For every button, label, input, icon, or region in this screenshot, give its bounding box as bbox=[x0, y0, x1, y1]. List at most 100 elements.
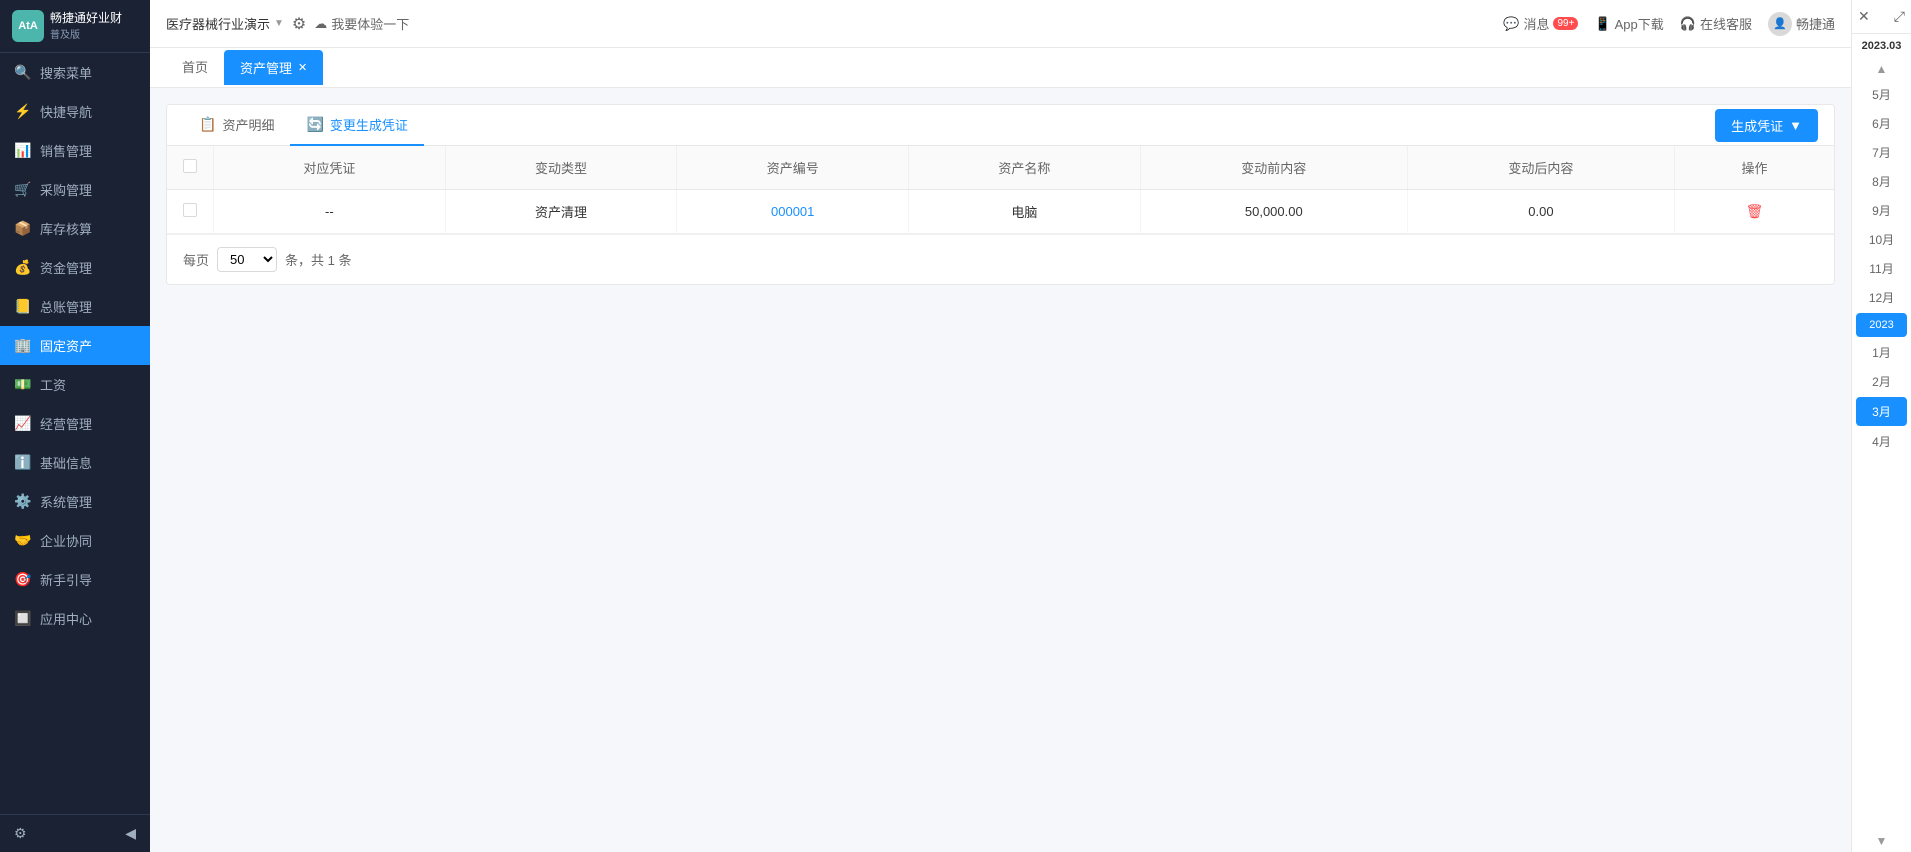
month-item[interactable]: 3月 bbox=[1856, 397, 1907, 426]
col-before-change: 变动前内容 bbox=[1140, 146, 1407, 190]
table-footer: 每页 102050100 条，共 1 条 bbox=[167, 234, 1834, 284]
enterprise-icon: 🤝 bbox=[14, 532, 32, 549]
month-item[interactable]: 12月 bbox=[1852, 283, 1911, 312]
sidebar-item-ledger[interactable]: 📒 总账管理 bbox=[0, 287, 150, 326]
sidebar-item-enterprise[interactable]: 🤝企业协同 bbox=[0, 521, 150, 560]
settings-icon[interactable]: ⚙ bbox=[14, 825, 27, 842]
main-area: 医疗器械行业演示 ▼ ⚙ ☁ 我要体验一下 💬 消息 99+ 📱 App下载 🎧… bbox=[150, 0, 1851, 852]
experience-btn[interactable]: ☁ 我要体验一下 bbox=[314, 14, 409, 33]
logo-icon: AtA bbox=[12, 10, 44, 42]
sidebar-item-label: 快捷导航 bbox=[40, 102, 92, 121]
sidebar-item-operations[interactable]: 📈经营管理 bbox=[0, 404, 150, 443]
current-period-label: 2023.03 bbox=[1852, 34, 1911, 58]
sidebar-item-quick-nav[interactable]: ⚡ 快捷导航 bbox=[0, 92, 150, 131]
topbar-settings-icon[interactable]: ⚙ bbox=[292, 14, 306, 34]
experience-label: 我要体验一下 bbox=[331, 14, 409, 33]
sidebar-item-search[interactable]: 🔍 搜索菜单 bbox=[0, 53, 150, 92]
app-download-label: App下载 bbox=[1615, 14, 1664, 33]
sub-tab-asset-detail[interactable]: 📋资产明细 bbox=[183, 105, 290, 146]
basic-info-icon: ℹ️ bbox=[14, 454, 32, 471]
ledger-icon: 📒 bbox=[14, 298, 32, 315]
sub-tab-change-voucher[interactable]: 🔄变更生成凭证 bbox=[290, 105, 423, 146]
sidebar-item-label: 资金管理 bbox=[40, 258, 92, 277]
message-label: 消息 bbox=[1523, 14, 1549, 33]
user-profile[interactable]: 👤 畅捷通 bbox=[1768, 12, 1835, 36]
col-asset-code: 资产编号 bbox=[677, 146, 909, 190]
month-item[interactable]: 10月 bbox=[1852, 225, 1911, 254]
tabbar: 首页资产管理 ✕ bbox=[150, 48, 1851, 88]
funds-icon: 💰 bbox=[14, 259, 32, 276]
month-item[interactable]: 6月 bbox=[1852, 109, 1911, 138]
salary-icon: 💵 bbox=[14, 376, 32, 393]
voucher-cell: -- bbox=[214, 190, 446, 234]
sidebar-nav: 🔍 搜索菜单 ⚡ 快捷导航 📊销售管理🛒采购管理📦库存核算 💰 资金管理 📒 总账管理 🏢固定资产… bbox=[0, 53, 150, 814]
sidebar-item-system[interactable]: ⚙️ 系统管理 bbox=[0, 482, 150, 521]
avatar: 👤 bbox=[1768, 12, 1792, 36]
table-wrap: 对应凭证变动类型资产编号资产名称变动前内容变动后内容操作 -- 资产清理 000… bbox=[167, 146, 1834, 234]
sidebar-item-label: 系统管理 bbox=[40, 492, 92, 511]
message-btn[interactable]: 💬 消息 99+ bbox=[1503, 14, 1578, 33]
col-change-type: 变动类型 bbox=[445, 146, 677, 190]
app-download-btn[interactable]: 📱 App下载 bbox=[1594, 14, 1663, 33]
purchase-icon: 🛒 bbox=[14, 181, 32, 198]
header-checkbox[interactable] bbox=[183, 159, 197, 173]
sidebar-bottom: ⚙ ◀ bbox=[0, 814, 150, 852]
row-checkbox[interactable] bbox=[183, 203, 197, 217]
tab-home[interactable]: 首页 bbox=[166, 49, 224, 86]
sidebar-item-inventory[interactable]: 📦库存核算 bbox=[0, 209, 150, 248]
month-item[interactable]: 5月 bbox=[1852, 80, 1911, 109]
month-item[interactable]: 9月 bbox=[1852, 196, 1911, 225]
after-change-cell: 0.00 bbox=[1407, 190, 1674, 234]
panel-scroll-down-btn[interactable]: ▼ bbox=[1852, 830, 1911, 852]
generate-dropdown-icon: ▼ bbox=[1789, 118, 1802, 133]
app-center-icon: 🔲 bbox=[14, 610, 32, 627]
tab-close-icon[interactable]: ✕ bbox=[298, 61, 307, 74]
month-item[interactable]: 8月 bbox=[1852, 167, 1911, 196]
sidebar-item-purchase[interactable]: 🛒采购管理 bbox=[0, 170, 150, 209]
generate-voucher-btn[interactable]: 生成凭证 ▼ bbox=[1715, 109, 1818, 142]
panel-scroll-up-btn[interactable]: ▲ bbox=[1852, 58, 1911, 80]
before-change-cell: 50,000.00 bbox=[1140, 190, 1407, 234]
company-selector[interactable]: 医疗器械行业演示 ▼ bbox=[166, 14, 284, 33]
month-item[interactable]: 11月 bbox=[1852, 254, 1911, 283]
sidebar-item-label: 销售管理 bbox=[40, 141, 92, 160]
sidebar-item-label: 工资 bbox=[40, 375, 66, 394]
month-list: 5月6月7月8月9月10月11月12月20231月2月3月4月 bbox=[1852, 80, 1911, 830]
sidebar-item-label: 新手引导 bbox=[40, 570, 92, 589]
month-item[interactable]: 2月 bbox=[1852, 367, 1911, 396]
customer-service-label: 在线客服 bbox=[1700, 14, 1752, 33]
headset-icon: 🎧 bbox=[1680, 16, 1696, 32]
per-page-select[interactable]: 102050100 bbox=[217, 247, 277, 272]
search-icon: 🔍 bbox=[14, 64, 32, 81]
month-item[interactable]: 4月 bbox=[1852, 427, 1911, 456]
sidebar-item-salary[interactable]: 💵 工资 bbox=[0, 365, 150, 404]
sidebar-item-funds[interactable]: 💰 资金管理 bbox=[0, 248, 150, 287]
sidebar-item-guide[interactable]: 🎯新手引导 bbox=[0, 560, 150, 599]
sidebar-item-fixed-assets[interactable]: 🏢固定资产 bbox=[0, 326, 150, 365]
sidebar-item-app-center[interactable]: 🔲 应用中心 bbox=[0, 599, 150, 638]
company-name: 医疗器械行业演示 bbox=[166, 14, 270, 33]
sidebar-item-label: 总账管理 bbox=[40, 297, 92, 316]
col-operation: 操作 bbox=[1674, 146, 1834, 190]
customer-service-btn[interactable]: 🎧 在线客服 bbox=[1680, 14, 1752, 33]
company-dropdown-icon: ▼ bbox=[274, 18, 284, 29]
sidebar-item-label: 经营管理 bbox=[40, 414, 92, 433]
month-item[interactable]: 1月 bbox=[1852, 338, 1911, 367]
right-panel-close-icon[interactable]: ✕ bbox=[1858, 8, 1870, 25]
tab-asset-mgmt[interactable]: 资产管理 ✕ bbox=[224, 50, 323, 85]
experience-icon: ☁ bbox=[314, 16, 327, 32]
month-item[interactable]: 7月 bbox=[1852, 138, 1911, 167]
system-icon: ⚙️ bbox=[14, 493, 32, 510]
sidebar-item-sales[interactable]: 📊销售管理 bbox=[0, 131, 150, 170]
sidebar-logo: AtA 畅捷通好业财 普及版 bbox=[0, 0, 150, 53]
right-panel-expand-icon[interactable]: ⤢ bbox=[1894, 8, 1905, 25]
quick-nav-icon: ⚡ bbox=[14, 103, 32, 120]
sidebar-item-label: 搜索菜单 bbox=[40, 63, 92, 82]
collapse-icon[interactable]: ◀ bbox=[125, 825, 136, 842]
col-checkbox bbox=[167, 146, 214, 190]
sidebar-item-basic-info[interactable]: ℹ️基础信息 bbox=[0, 443, 150, 482]
delete-icon[interactable]: 🗑 bbox=[1746, 203, 1764, 219]
fixed-assets-icon: 🏢 bbox=[14, 337, 32, 354]
sidebar-item-label: 应用中心 bbox=[40, 609, 92, 628]
change-voucher-icon: 🔄 bbox=[306, 116, 323, 133]
